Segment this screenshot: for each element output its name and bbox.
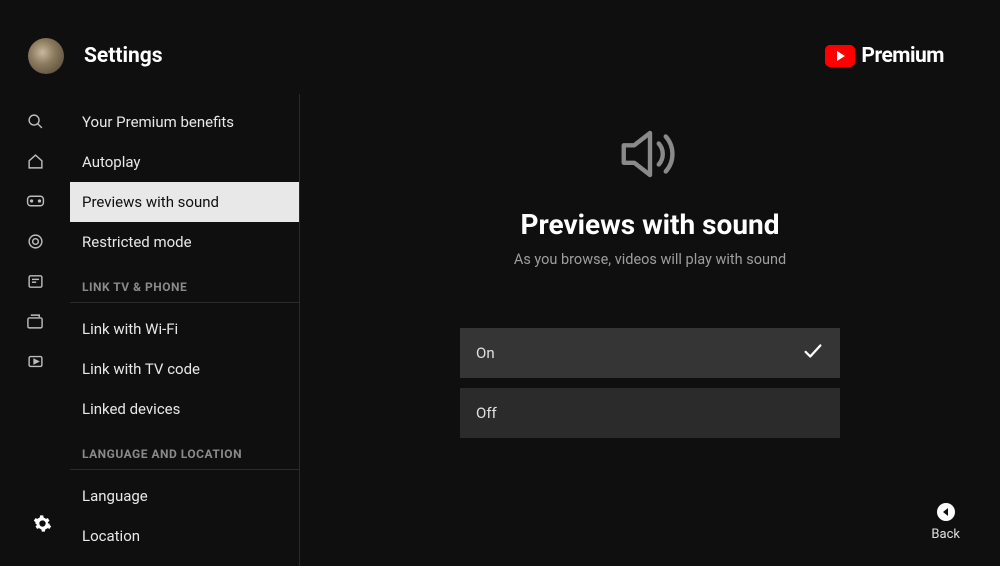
back-label: Back: [931, 527, 960, 542]
search-icon: [23, 112, 47, 130]
icon-column: [0, 94, 70, 566]
sidebar-item-location[interactable]: Location: [70, 516, 299, 556]
sidebar-item-language[interactable]: Language: [70, 476, 299, 516]
sidebar: Your Premium benefits Autoplay Previews …: [70, 94, 300, 566]
note-icon: [23, 272, 47, 290]
sidebar-item-label: Previews with sound: [82, 193, 219, 211]
main-title: Previews with sound: [520, 208, 779, 241]
gamepad-icon: [23, 192, 47, 210]
back-button[interactable]: Back: [931, 503, 960, 542]
option-label: Off: [476, 404, 497, 422]
layout: Your Premium benefits Autoplay Previews …: [0, 94, 1000, 566]
header-left: Settings: [28, 38, 163, 74]
premium-logo: Premium: [825, 44, 944, 68]
sidebar-item-link-wifi[interactable]: Link with Wi-Fi: [70, 309, 299, 349]
premium-label: Premium: [861, 44, 944, 68]
section-header-link-tv: LINK TV & PHONE: [70, 262, 299, 303]
cast-icon: [23, 312, 47, 330]
youtube-play-icon: [825, 45, 855, 67]
header: Settings Premium: [0, 0, 1000, 94]
video-icon: [23, 352, 47, 370]
speaker-icon: [615, 124, 685, 188]
sidebar-item-label: Link with Wi-Fi: [82, 320, 178, 338]
option-off[interactable]: Off: [460, 388, 840, 438]
sidebar-item-label: Location: [82, 527, 140, 545]
gear-icon[interactable]: [30, 514, 54, 532]
section-header-language: LANGUAGE AND LOCATION: [70, 429, 299, 470]
sidebar-item-restricted-mode[interactable]: Restricted mode: [70, 222, 299, 262]
page-title: Settings: [84, 44, 163, 68]
options-list: On Off: [460, 328, 840, 438]
back-icon: [937, 503, 955, 521]
check-icon: [802, 340, 824, 366]
sidebar-item-label: Linked devices: [82, 400, 180, 418]
home-icon: [23, 152, 47, 170]
sidebar-item-label: Restricted mode: [82, 233, 192, 251]
sidebar-item-label: Autoplay: [82, 153, 141, 171]
sidebar-item-link-tv-code[interactable]: Link with TV code: [70, 349, 299, 389]
target-icon: [23, 232, 47, 250]
sidebar-item-premium-benefits[interactable]: Your Premium benefits: [70, 102, 299, 142]
option-label: On: [476, 344, 495, 362]
sidebar-item-label: Your Premium benefits: [82, 113, 234, 131]
main-panel: Previews with sound As you browse, video…: [300, 94, 1000, 566]
sidebar-item-label: Link with TV code: [82, 360, 200, 378]
sidebar-item-linked-devices[interactable]: Linked devices: [70, 389, 299, 429]
option-on[interactable]: On: [460, 328, 840, 378]
sidebar-item-label: Language: [82, 487, 148, 505]
sidebar-item-autoplay[interactable]: Autoplay: [70, 142, 299, 182]
avatar[interactable]: [28, 38, 64, 74]
sidebar-item-previews-with-sound[interactable]: Previews with sound: [70, 182, 299, 222]
main-subtitle: As you browse, videos will play with sou…: [514, 251, 786, 268]
